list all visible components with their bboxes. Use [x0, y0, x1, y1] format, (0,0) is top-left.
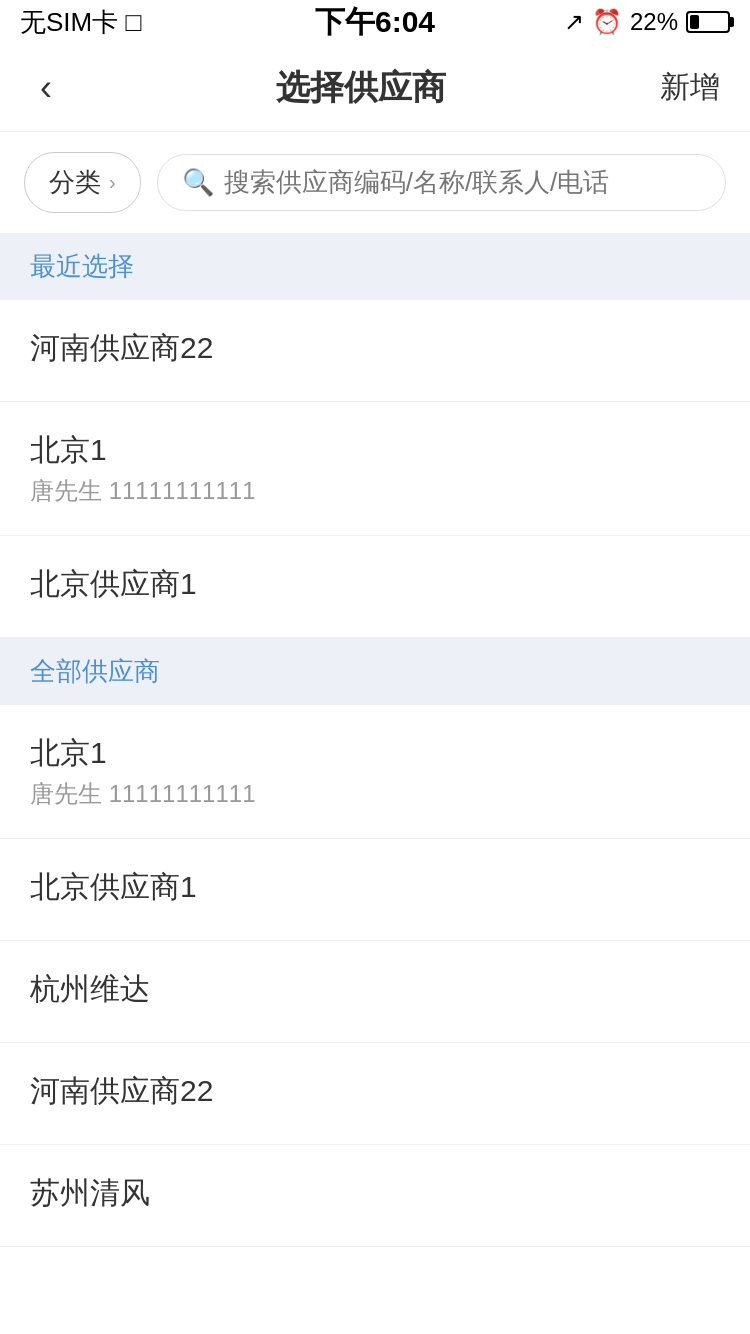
location-icon: ↗ — [564, 8, 584, 36]
battery-icon — [686, 11, 730, 33]
list-item[interactable]: 杭州维达 — [0, 941, 750, 1043]
item-name: 北京1 — [30, 733, 720, 774]
status-time: 下午6:04 — [315, 2, 435, 43]
item-sub: 唐先生 11111111111 — [30, 778, 720, 810]
item-name: 杭州维达 — [30, 969, 720, 1010]
recent-section-label: 最近选择 — [30, 251, 134, 281]
list-item[interactable]: 北京1 唐先生 11111111111 — [0, 402, 750, 536]
item-name: 北京供应商1 — [30, 867, 720, 908]
back-button[interactable]: ‹ — [30, 57, 62, 119]
item-name: 北京供应商1 — [30, 564, 720, 605]
alarm-icon: ⏰ — [592, 8, 622, 36]
item-name: 北京1 — [30, 430, 720, 471]
list-item[interactable]: 北京供应商1 — [0, 839, 750, 941]
category-button[interactable]: 分类 › — [24, 152, 141, 213]
add-button[interactable]: 新增 — [660, 67, 720, 108]
page-title: 选择供应商 — [62, 65, 660, 111]
status-left: 无SIM卡 □ — [20, 5, 141, 40]
item-name: 苏州清风 — [30, 1173, 720, 1214]
battery-percent: 22% — [630, 8, 678, 36]
list-item[interactable]: 北京1 唐先生 11111111111 — [0, 705, 750, 839]
list-item[interactable]: 北京供应商1 — [0, 536, 750, 638]
list-item[interactable]: 苏州清风 — [0, 1145, 750, 1247]
status-right: ↗ ⏰ 22% — [564, 8, 730, 36]
search-icon: 🔍 — [182, 167, 214, 198]
search-box: 🔍 — [157, 154, 726, 211]
filter-bar: 分类 › 🔍 — [0, 132, 750, 233]
item-name: 河南供应商22 — [30, 328, 720, 369]
all-section-label: 全部供应商 — [30, 656, 160, 686]
nav-bar: ‹ 选择供应商 新增 — [0, 44, 750, 132]
recent-section-header: 最近选择 — [0, 233, 750, 300]
item-name: 河南供应商22 — [30, 1071, 720, 1112]
recent-list: 河南供应商22 北京1 唐先生 11111111111 北京供应商1 — [0, 300, 750, 638]
category-label: 分类 — [49, 165, 101, 200]
all-list: 北京1 唐先生 11111111111 北京供应商1 杭州维达河南供应商22 苏州清风 — [0, 705, 750, 1247]
list-item[interactable]: 河南供应商22 — [0, 1043, 750, 1145]
all-section-header: 全部供应商 — [0, 638, 750, 705]
chevron-right-icon: › — [109, 171, 116, 194]
search-input[interactable] — [224, 167, 701, 198]
item-sub: 唐先生 11111111111 — [30, 475, 720, 507]
status-bar: 无SIM卡 □ 下午6:04 ↗ ⏰ 22% — [0, 0, 750, 44]
list-item[interactable]: 河南供应商22 — [0, 300, 750, 402]
